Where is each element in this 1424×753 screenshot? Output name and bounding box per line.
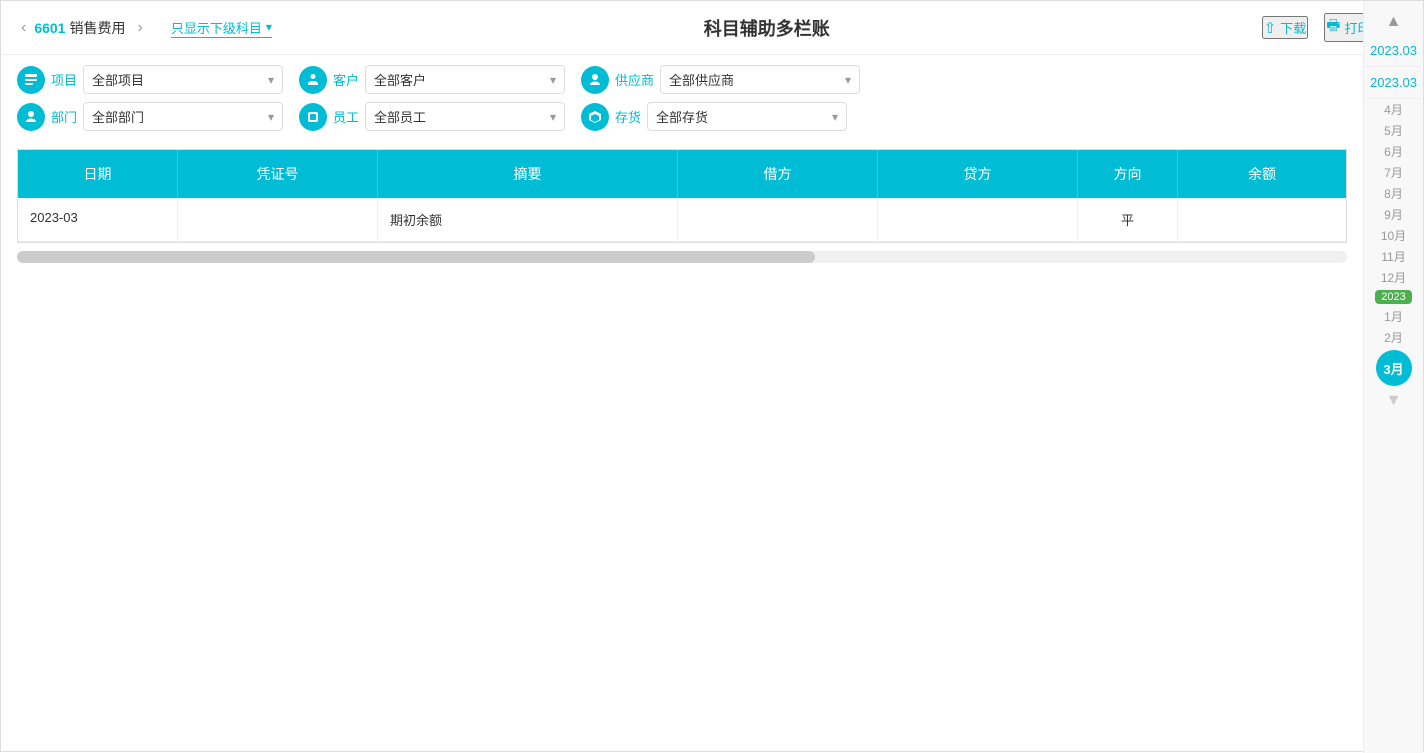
cell-balance xyxy=(1178,198,1346,241)
inventory-select[interactable]: 全部存货 ▾ xyxy=(647,102,847,131)
customer-label: 客户 xyxy=(333,70,359,89)
show-sub-label: 只显示下级科目 xyxy=(171,18,262,37)
col-debit: 借方 xyxy=(678,150,878,198)
nav-prev-button[interactable]: ‹ xyxy=(17,17,30,39)
horizontal-scrollbar[interactable] xyxy=(17,251,1347,263)
supplier-chevron: ▾ xyxy=(845,73,851,87)
department-label: 部门 xyxy=(51,107,77,126)
account-name: 销售费用 xyxy=(69,18,125,38)
supplier-label: 供应商 xyxy=(615,70,654,89)
customer-chevron: ▾ xyxy=(550,73,556,87)
cell-date: 2023-03 xyxy=(18,198,178,241)
customer-icon xyxy=(299,66,327,94)
col-date: 日期 xyxy=(18,150,178,198)
supplier-icon xyxy=(581,66,609,94)
nav-next-button[interactable]: › xyxy=(133,17,146,39)
employee-label: 员工 xyxy=(333,107,359,126)
inventory-icon xyxy=(581,103,609,131)
employee-chevron: ▾ xyxy=(550,110,556,124)
sidebar-month-12[interactable]: 12月 xyxy=(1364,267,1423,288)
header: ‹ 6601 销售费用 › 只显示下级科目 ▾ 科目辅助多栏账 ⇧ 下载 🖶 打… xyxy=(1,1,1423,55)
table-body: 2023-03 期初余额 平 xyxy=(18,198,1346,242)
sidebar-month-3-active[interactable]: 3月 xyxy=(1364,348,1423,388)
sidebar-month-10[interactable]: 10月 xyxy=(1364,225,1423,246)
col-voucher: 凭证号 xyxy=(178,150,378,198)
filter-row-1: 项目 全部项目 ▾ 客户 全部客户 ▾ xyxy=(17,65,1407,94)
customer-value: 全部客户 xyxy=(374,70,546,89)
sidebar-month-2[interactable]: 2月 xyxy=(1364,327,1423,348)
sidebar-month-1[interactable]: 1月 xyxy=(1364,306,1423,327)
sidebar-month-9[interactable]: 9月 xyxy=(1364,204,1423,225)
filter-project: 项目 全部项目 ▾ xyxy=(17,65,283,94)
sidebar-month-5[interactable]: 5月 xyxy=(1364,120,1423,141)
employee-value: 全部员工 xyxy=(374,107,546,126)
sidebar-nav-down[interactable]: ▼ xyxy=(1382,388,1406,414)
inventory-chevron: ▾ xyxy=(832,110,838,124)
main-container: ▲ 2023.03 2023.03 4月 5月 6月 7月 8月 9月 10月 … xyxy=(0,0,1424,752)
col-credit: 贷方 xyxy=(878,150,1078,198)
col-direction: 方向 xyxy=(1078,150,1178,198)
download-button[interactable]: ⇧ 下载 xyxy=(1262,16,1309,39)
table-header: 日期 凭证号 摘要 借方 贷方 方向 余额 xyxy=(18,150,1346,198)
sidebar-year-2023[interactable]: 2023 xyxy=(1364,288,1423,306)
sidebar-month-4[interactable]: 4月 xyxy=(1364,99,1423,120)
sidebar-month-6[interactable]: 6月 xyxy=(1364,141,1423,162)
cell-summary: 期初余额 xyxy=(378,198,678,241)
employee-icon xyxy=(299,103,327,131)
project-chevron: ▾ xyxy=(268,73,274,87)
sidebar-top-month-1[interactable]: 2023.03 xyxy=(1366,35,1421,67)
supplier-value: 全部供应商 xyxy=(669,70,841,89)
cell-credit xyxy=(878,198,1078,241)
project-label: 项目 xyxy=(51,70,77,89)
col-summary: 摘要 xyxy=(378,150,678,198)
account-code: 6601 xyxy=(34,20,65,36)
department-chevron: ▾ xyxy=(268,110,274,124)
filter-row-2: 部门 全部部门 ▾ 员工 全部员工 ▾ xyxy=(17,102,1407,131)
sidebar-month-7[interactable]: 7月 xyxy=(1364,162,1423,183)
cell-debit xyxy=(678,198,878,241)
page-title: 科目辅助多栏账 xyxy=(272,15,1262,41)
customer-select[interactable]: 全部客户 ▾ xyxy=(365,65,565,94)
print-icon: 🖶 xyxy=(1326,15,1340,40)
inventory-value: 全部存货 xyxy=(656,107,828,126)
project-value: 全部项目 xyxy=(92,70,264,89)
scroll-thumb[interactable] xyxy=(17,251,815,263)
supplier-select[interactable]: 全部供应商 ▾ xyxy=(660,65,860,94)
sidebar-month-8[interactable]: 8月 xyxy=(1364,183,1423,204)
filter-inventory: 存货 全部存货 ▾ xyxy=(581,102,847,131)
right-sidebar: ▲ 2023.03 2023.03 4月 5月 6月 7月 8月 9月 10月 … xyxy=(1363,1,1423,753)
filter-area: 项目 全部项目 ▾ 客户 全部客户 ▾ xyxy=(1,55,1423,149)
cell-voucher xyxy=(178,198,378,241)
filter-employee: 员工 全部员工 ▾ xyxy=(299,102,565,131)
employee-select[interactable]: 全部员工 ▾ xyxy=(365,102,565,131)
download-icon: ⇧ xyxy=(1264,19,1277,37)
sidebar-top-month-2[interactable]: 2023.03 xyxy=(1366,67,1421,99)
department-value: 全部部门 xyxy=(92,107,264,126)
filter-department: 部门 全部部门 ▾ xyxy=(17,102,283,131)
table-row[interactable]: 2023-03 期初余额 平 xyxy=(18,198,1346,242)
ledger-table: 日期 凭证号 摘要 借方 贷方 方向 余额 2023-03 期初余额 平 xyxy=(17,149,1347,243)
sidebar-month-11[interactable]: 11月 xyxy=(1364,246,1423,267)
project-icon xyxy=(17,66,45,94)
project-select[interactable]: 全部项目 ▾ xyxy=(83,65,283,94)
show-sub-toggle[interactable]: 只显示下级科目 ▾ xyxy=(171,18,272,38)
inventory-label: 存货 xyxy=(615,107,641,126)
sidebar-nav-up[interactable]: ▲ xyxy=(1382,9,1406,35)
col-balance: 余额 xyxy=(1178,150,1346,198)
department-select[interactable]: 全部部门 ▾ xyxy=(83,102,283,131)
filter-supplier: 供应商 全部供应商 ▾ xyxy=(581,65,860,94)
filter-customer: 客户 全部客户 ▾ xyxy=(299,65,565,94)
cell-direction: 平 xyxy=(1078,198,1178,241)
department-icon xyxy=(17,103,45,131)
